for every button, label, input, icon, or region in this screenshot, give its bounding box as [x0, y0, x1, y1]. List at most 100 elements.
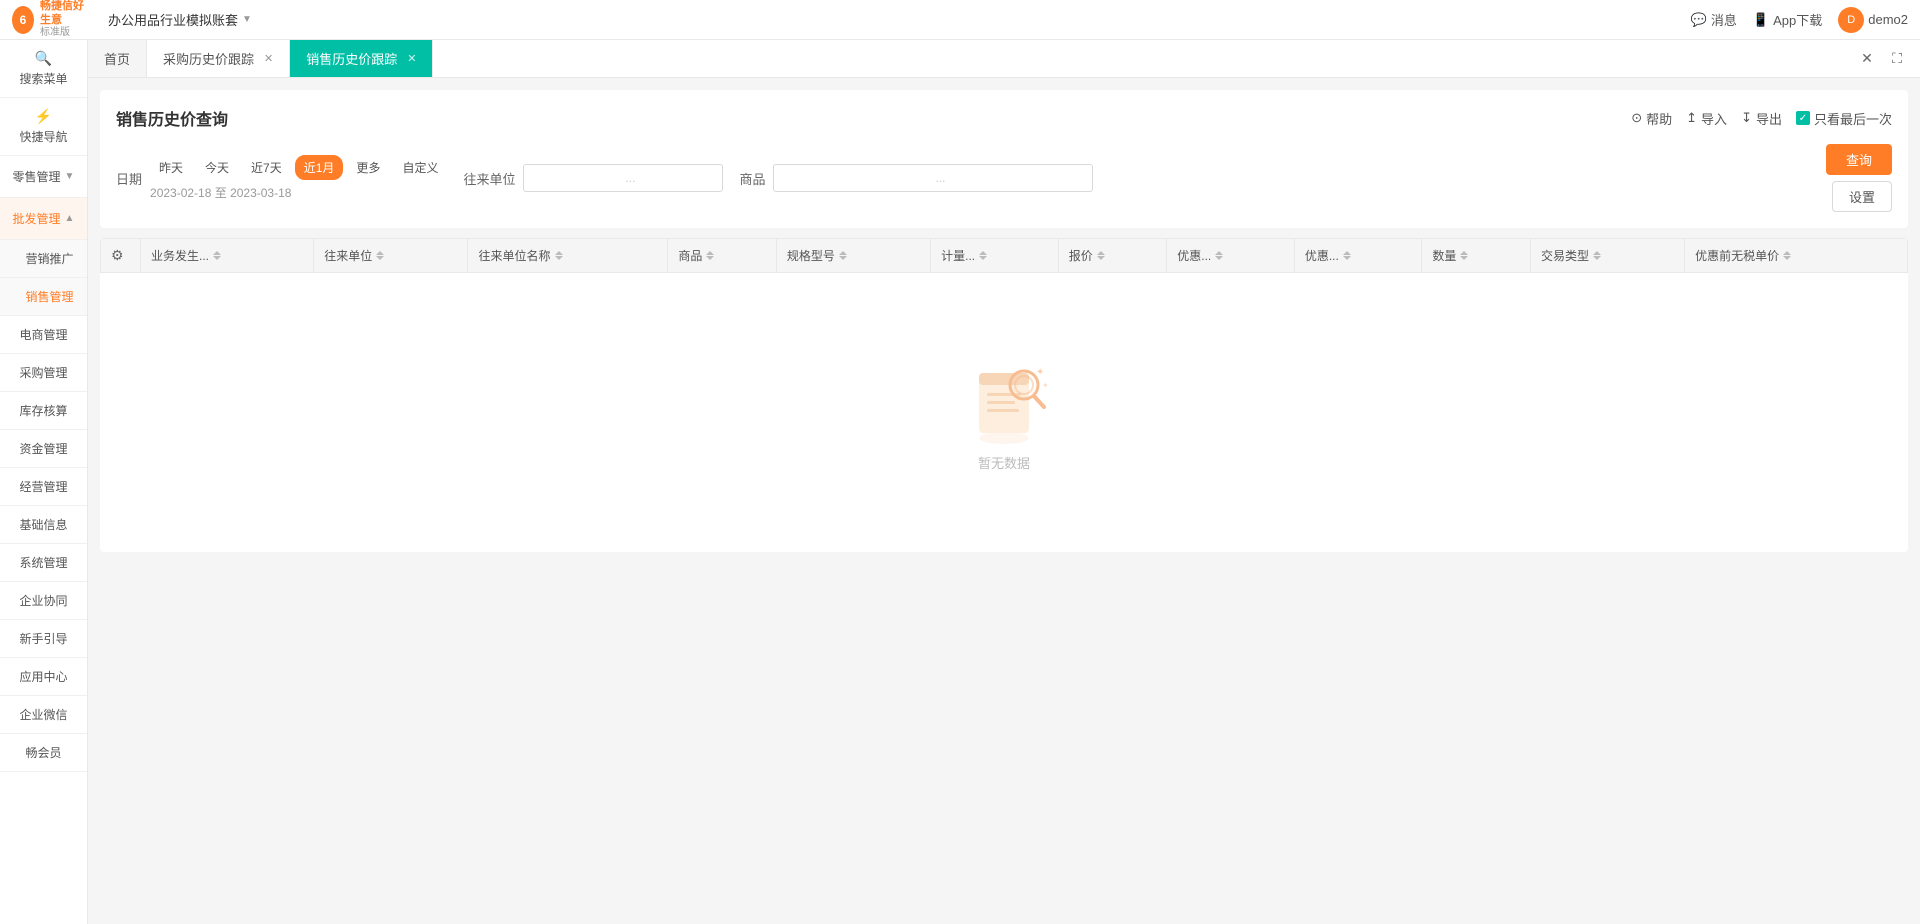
- sort-icon: [839, 251, 847, 260]
- empty-illustration: ✦ ✦: [954, 353, 1054, 453]
- col-qty[interactable]: 数量: [1422, 239, 1531, 273]
- partner-input[interactable]: ...: [523, 164, 723, 192]
- logo-icon: 6: [12, 6, 34, 34]
- col-quote-price[interactable]: 报价: [1058, 239, 1167, 273]
- col-partner-code[interactable]: 往来单位: [314, 239, 468, 273]
- empty-text: 暂无数据: [978, 453, 1030, 472]
- content-area: 首页 采购历史价跟踪 ✕ 销售历史价跟踪 ✕ ✕ ⛶ 销售历史价查询: [88, 40, 1920, 924]
- logo-text: 畅捷信好生意 标准版: [40, 0, 92, 38]
- sidebar-item-marketing[interactable]: 营销推广: [0, 240, 87, 278]
- date-btn-custom[interactable]: 自定义: [393, 155, 447, 180]
- product-label: 商品: [739, 169, 765, 188]
- date-label: 日期: [116, 169, 142, 188]
- date-btn-more[interactable]: 更多: [347, 155, 389, 180]
- tab-sales-history[interactable]: 销售历史价跟踪 ✕: [290, 40, 433, 77]
- app-download-btn[interactable]: 📱 App下载: [1753, 10, 1822, 29]
- sidebar-item-quick-nav[interactable]: ⚡ 快捷导航: [0, 98, 87, 156]
- sort-icon: [1215, 251, 1223, 260]
- sidebar-item-retail-mgmt[interactable]: 零售管理 ▼: [0, 156, 87, 198]
- chevron-down-icon: ▼: [65, 171, 75, 182]
- tab-controls: ✕ ⛶: [1856, 40, 1920, 77]
- import-btn[interactable]: ↥ 导入: [1686, 109, 1727, 128]
- phone-icon: 📱: [1753, 12, 1769, 28]
- user-menu[interactable]: D demo2: [1838, 7, 1908, 33]
- sidebar-item-purchase[interactable]: 采购管理: [0, 354, 87, 392]
- page-content: 销售历史价查询 ⊙ 帮助 ↥ 导入 ↧ 导出: [88, 78, 1920, 924]
- sort-icon: [1343, 251, 1351, 260]
- message-btn[interactable]: 💬 消息: [1691, 10, 1737, 29]
- sort-icon: [555, 251, 563, 260]
- sidebar-item-inventory[interactable]: 库存核算: [0, 392, 87, 430]
- avatar: D: [1838, 7, 1864, 33]
- table-container: ⚙ 业务发生...: [100, 238, 1908, 552]
- close-tab-btn[interactable]: ✕: [1856, 48, 1878, 70]
- col-product[interactable]: 商品: [668, 239, 777, 273]
- date-buttons: 昨天 今天 近7天 近1月 更多 自定义: [150, 155, 447, 180]
- partner-label: 往来单位: [463, 169, 515, 188]
- partner-ellipsis-icon: ...: [625, 171, 714, 185]
- date-btn-last7[interactable]: 近7天: [242, 155, 291, 180]
- col-spec[interactable]: 规格型号: [776, 239, 930, 273]
- export-btn[interactable]: ↧ 导出: [1741, 109, 1782, 128]
- date-range: 2023-02-18 至 2023-03-18: [150, 184, 447, 201]
- sort-icon: [979, 251, 987, 260]
- col-unit[interactable]: 计量...: [931, 239, 1059, 273]
- import-icon: ↥: [1686, 110, 1697, 126]
- col-biz-date[interactable]: 业务发生...: [141, 239, 314, 273]
- sidebar: 🔍 搜索菜单 ⚡ 快捷导航 零售管理 ▼ 批发管理 ▲ 营销推广 销售管理 电商…: [0, 40, 88, 924]
- chevron-down-icon: ▼: [242, 14, 252, 25]
- query-button[interactable]: 查询: [1826, 144, 1892, 175]
- sort-icon: [213, 251, 221, 260]
- tab-bar: 首页 采购历史价跟踪 ✕ 销售历史价跟踪 ✕ ✕ ⛶: [88, 40, 1920, 78]
- col-settings[interactable]: ⚙: [101, 239, 141, 273]
- sidebar-item-wholesale-mgmt[interactable]: 批发管理 ▲: [0, 198, 87, 240]
- tab-close-sales[interactable]: ✕: [407, 52, 416, 65]
- only-last-checkbox[interactable]: ✓ 只看最后一次: [1796, 109, 1892, 128]
- tab-close-purchase[interactable]: ✕: [264, 52, 273, 65]
- tab-purchase-history[interactable]: 采购历史价跟踪 ✕: [147, 40, 290, 77]
- sort-icon: [1097, 251, 1105, 260]
- fullscreen-btn[interactable]: ⛶: [1886, 48, 1908, 70]
- col-discount1[interactable]: 优惠...: [1167, 239, 1295, 273]
- col-pre-tax-price[interactable]: 优惠前无税单价: [1685, 239, 1908, 273]
- sidebar-item-ecommerce[interactable]: 电商管理: [0, 316, 87, 354]
- sidebar-item-search-menu[interactable]: 🔍 搜索菜单: [0, 40, 87, 98]
- sort-icon: [1783, 251, 1791, 260]
- sidebar-item-app-center[interactable]: 应用中心: [0, 658, 87, 696]
- header-right: 💬 消息 📱 App下载 D demo2: [1691, 7, 1908, 33]
- settings-button[interactable]: 设置: [1832, 181, 1892, 212]
- date-btn-last1month[interactable]: 近1月: [295, 155, 344, 180]
- product-input[interactable]: ...: [773, 164, 1093, 192]
- sidebar-item-enterprise-wechat[interactable]: 企业微信: [0, 696, 87, 734]
- col-partner-name[interactable]: 往来单位名称: [468, 239, 668, 273]
- help-icon: ⊙: [1631, 110, 1642, 126]
- search-icon: 🔍: [35, 50, 52, 67]
- header-left: 6 畅捷信好生意 标准版 办公用品行业模拟账套 ▼: [12, 0, 260, 38]
- sort-icon: [1460, 251, 1468, 260]
- sidebar-item-operations[interactable]: 经营管理: [0, 468, 87, 506]
- col-trade-type[interactable]: 交易类型: [1530, 239, 1684, 273]
- sidebar-item-system[interactable]: 系统管理: [0, 544, 87, 582]
- sidebar-item-sales[interactable]: 销售管理: [0, 278, 87, 316]
- message-icon: 💬: [1691, 12, 1707, 28]
- sidebar-item-new-guide[interactable]: 新手引导: [0, 620, 87, 658]
- sidebar-item-basic-info[interactable]: 基础信息: [0, 506, 87, 544]
- sidebar-item-finance[interactable]: 资金管理: [0, 430, 87, 468]
- top-header: 6 畅捷信好生意 标准版 办公用品行业模拟账套 ▼ 💬 消息 📱 App下载 D…: [0, 0, 1920, 40]
- table-body: ✦ ✦ 暂无数据: [101, 273, 1908, 553]
- sidebar-item-vip[interactable]: 畅会员: [0, 734, 87, 772]
- product-ellipsis-icon: ...: [935, 171, 1084, 185]
- tab-home[interactable]: 首页: [88, 40, 147, 77]
- top-menu-selector[interactable]: 办公用品行业模拟账套 ▼: [100, 6, 260, 33]
- page-title-bar: 销售历史价查询 ⊙ 帮助 ↥ 导入 ↧ 导出: [116, 106, 1892, 130]
- help-btn[interactable]: ⊙ 帮助: [1631, 109, 1672, 128]
- sidebar-item-enterprise-collab[interactable]: 企业协同: [0, 582, 87, 620]
- date-btn-today[interactable]: 今天: [196, 155, 238, 180]
- date-btn-yesterday[interactable]: 昨天: [150, 155, 192, 180]
- filter-row: 日期 昨天 今天 近7天 近1月 更多 自定义 2023-02-18 至 202…: [116, 144, 1892, 212]
- export-icon: ↧: [1741, 110, 1752, 126]
- sort-icon: [1593, 251, 1601, 260]
- partner-filter-group: 往来单位 ...: [463, 164, 723, 192]
- gear-icon: ⚙: [111, 247, 124, 263]
- col-discount2[interactable]: 优惠...: [1294, 239, 1422, 273]
